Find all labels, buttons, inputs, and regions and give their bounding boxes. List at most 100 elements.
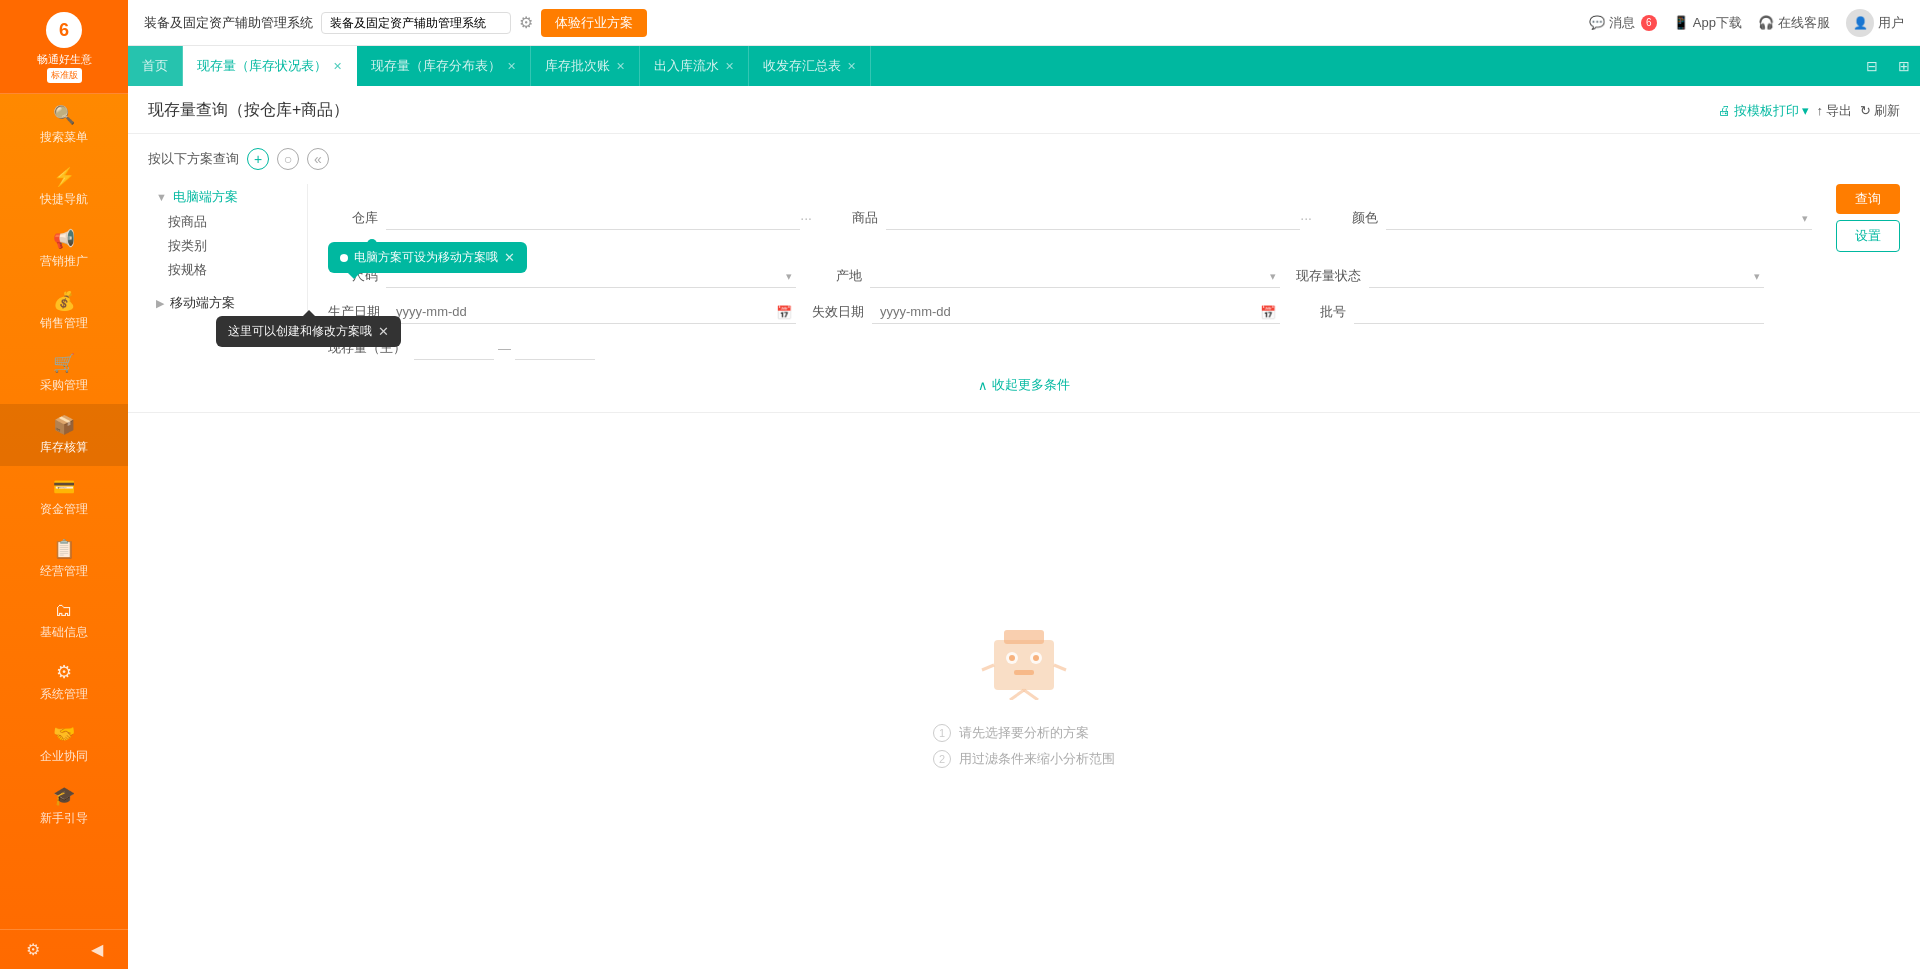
stock-status-label: 现存量状态 bbox=[1296, 267, 1361, 285]
sidebar-item-basic[interactable]: 🗂 基础信息 bbox=[0, 590, 128, 651]
prod-date-input[interactable] bbox=[388, 300, 796, 324]
tab-inventory-dist-label: 现存量（库存分布表） bbox=[371, 57, 501, 75]
scheme-item-mobile[interactable]: ▶ 移动端方案 bbox=[148, 290, 295, 316]
scheme-item-desktop[interactable]: ▼ 电脑端方案 bbox=[148, 184, 295, 210]
online-service-btn[interactable]: 🎧 在线客服 bbox=[1758, 14, 1830, 32]
sidebar-item-purchase[interactable]: 🛒 采购管理 bbox=[0, 342, 128, 404]
sidebar-item-quick[interactable]: ⚡ 快捷导航 bbox=[0, 156, 128, 218]
settings-bottom-icon[interactable]: ⚙ bbox=[26, 940, 40, 959]
sidebar-item-guide[interactable]: 🎓 新手引导 bbox=[0, 775, 128, 837]
warehouse-label: 仓库 bbox=[328, 209, 378, 227]
scheme-sub-category[interactable]: 按类别 bbox=[168, 234, 295, 258]
system-select[interactable]: 装备及固定资产辅助管理系统 bbox=[321, 12, 511, 34]
stock-main-min[interactable] bbox=[414, 336, 494, 360]
batch-input[interactable] bbox=[1354, 300, 1764, 324]
sidebar-item-label: 系统管理 bbox=[40, 686, 88, 703]
tab-inventory-status[interactable]: 现存量（库存状况表） ✕ bbox=[183, 46, 357, 86]
sidebar-item-label: 经营管理 bbox=[40, 563, 88, 580]
settings-icon[interactable]: ⚙ bbox=[519, 13, 533, 32]
tab-in-out[interactable]: 出入库流水 ✕ bbox=[640, 46, 749, 86]
sidebar-item-label: 营销推广 bbox=[40, 253, 88, 270]
edit-scheme-popover: 这里可以创建和修改方案哦 ✕ bbox=[216, 316, 401, 347]
tab-receive-send[interactable]: 收发存汇总表 ✕ bbox=[749, 46, 871, 86]
filter-origin: 产地 ▾ bbox=[812, 264, 1280, 288]
tab-inventory-status-close[interactable]: ✕ bbox=[333, 60, 342, 73]
tab-home[interactable]: 首页 bbox=[128, 46, 183, 86]
stock-status-select-wrap: ▾ bbox=[1369, 264, 1764, 288]
filter-arrow-btn[interactable]: « bbox=[307, 148, 329, 170]
search-btn[interactable]: 查询 bbox=[1836, 184, 1900, 214]
export-btn[interactable]: ↑ 导出 bbox=[1817, 102, 1853, 120]
scheme-hint-close[interactable]: ✕ bbox=[504, 250, 515, 265]
sidebar-item-marketing[interactable]: 📢 营销推广 bbox=[0, 218, 128, 280]
svg-line-8 bbox=[1024, 690, 1038, 700]
goods-input[interactable] bbox=[886, 206, 1300, 230]
empty-step-2-label: 用过滤条件来缩小分析范围 bbox=[959, 746, 1115, 772]
expire-date-input[interactable] bbox=[872, 300, 1280, 324]
reset-btn[interactable]: 设置 bbox=[1836, 220, 1900, 252]
template-print-btn[interactable]: 🖨 按模板打印 ▾ bbox=[1718, 102, 1809, 120]
sidebar-item-enterprise[interactable]: 🤝 企业协同 bbox=[0, 713, 128, 775]
tab-batch-close[interactable]: ✕ bbox=[616, 60, 625, 73]
edit-scheme-close[interactable]: ✕ bbox=[378, 324, 389, 339]
filter-minus-btn[interactable]: ○ bbox=[277, 148, 299, 170]
refresh-btn[interactable]: ↻ 刷新 bbox=[1860, 102, 1900, 120]
tab-home-label: 首页 bbox=[142, 57, 168, 75]
filter-batch: 批号 bbox=[1296, 300, 1764, 324]
collapse-sidebar-icon[interactable]: ◀ bbox=[91, 940, 103, 959]
logo-char: 6 bbox=[59, 20, 69, 41]
tab-inventory-dist-close[interactable]: ✕ bbox=[507, 60, 516, 73]
tab-in-out-close[interactable]: ✕ bbox=[725, 60, 734, 73]
sidebar-item-finance[interactable]: 💳 资金管理 bbox=[0, 466, 128, 528]
tab-inventory-dist[interactable]: 现存量（库存分布表） ✕ bbox=[357, 46, 531, 86]
trial-btn[interactable]: 体验行业方案 bbox=[541, 9, 647, 37]
user-menu[interactable]: 👤 用户 bbox=[1846, 9, 1904, 37]
filter-action-btns: 查询 设置 bbox=[1836, 184, 1900, 252]
sidebar-item-search[interactable]: 🔍 搜索菜单 bbox=[0, 94, 128, 156]
phone-icon: 📱 bbox=[1673, 15, 1689, 30]
tab-receive-send-close[interactable]: ✕ bbox=[847, 60, 856, 73]
logo-icon: 6 bbox=[46, 12, 82, 48]
warehouse-input[interactable] bbox=[386, 206, 800, 230]
sidebar-item-system[interactable]: ⚙ 系统管理 bbox=[0, 651, 128, 713]
svg-line-7 bbox=[1010, 690, 1024, 700]
goods-dots-icon[interactable]: ··· bbox=[1300, 210, 1312, 226]
expire-date-label: 失效日期 bbox=[812, 303, 864, 321]
system-icon: ⚙ bbox=[56, 661, 72, 683]
warehouse-dots-icon[interactable]: ··· bbox=[800, 210, 812, 226]
filter-color: 颜色 ▾ bbox=[1328, 206, 1812, 230]
user-avatar: 👤 bbox=[1846, 9, 1874, 37]
collapse-btn[interactable]: ∧ 收起更多条件 bbox=[978, 376, 1070, 394]
inventory-icon: 📦 bbox=[53, 414, 75, 436]
color-label: 颜色 bbox=[1328, 209, 1378, 227]
enterprise-icon: 🤝 bbox=[53, 723, 75, 745]
refresh-icon: ↻ bbox=[1860, 103, 1871, 118]
app-download-btn[interactable]: 📱 App下载 bbox=[1673, 14, 1742, 32]
scheme-sub-spec[interactable]: 按规格 bbox=[168, 258, 295, 282]
filter-add-btn[interactable]: + bbox=[247, 148, 269, 170]
tab-batch[interactable]: 库存批次账 ✕ bbox=[531, 46, 640, 86]
stock-main-max[interactable] bbox=[515, 336, 595, 360]
sidebar-item-sales[interactable]: 💰 销售管理 bbox=[0, 280, 128, 342]
prod-date-wrap: 📅 bbox=[388, 300, 796, 324]
color-select[interactable] bbox=[1386, 206, 1812, 230]
search-icon: 🔍 bbox=[53, 104, 75, 126]
origin-select[interactable] bbox=[870, 264, 1280, 288]
expire-date-wrap: 📅 bbox=[872, 300, 1280, 324]
svg-point-4 bbox=[1009, 655, 1015, 661]
origin-select-wrap: ▾ bbox=[870, 264, 1280, 288]
tab-expand-btn[interactable]: ⊞ bbox=[1888, 46, 1920, 86]
message-btn[interactable]: 💬 消息 6 bbox=[1589, 14, 1657, 32]
step-1-num: 1 bbox=[933, 724, 951, 742]
scheme-sub-goods[interactable]: 按商品 bbox=[168, 210, 295, 234]
sidebar-item-label: 销售管理 bbox=[40, 315, 88, 332]
filter-label: 按以下方案查询 bbox=[148, 150, 239, 168]
stock-status-select[interactable] bbox=[1369, 264, 1764, 288]
sidebar-item-label: 企业协同 bbox=[40, 748, 88, 765]
logo-text: 畅通好生意 bbox=[37, 52, 92, 66]
tab-minimize-btn[interactable]: ⊟ bbox=[1856, 46, 1888, 86]
sidebar-item-operations[interactable]: 📋 经营管理 bbox=[0, 528, 128, 590]
sidebar-logo: 6 畅通好生意 标准版 bbox=[0, 0, 128, 94]
sidebar-item-inventory[interactable]: 📦 库存核算 bbox=[0, 404, 128, 466]
goods-label: 商品 bbox=[828, 209, 878, 227]
